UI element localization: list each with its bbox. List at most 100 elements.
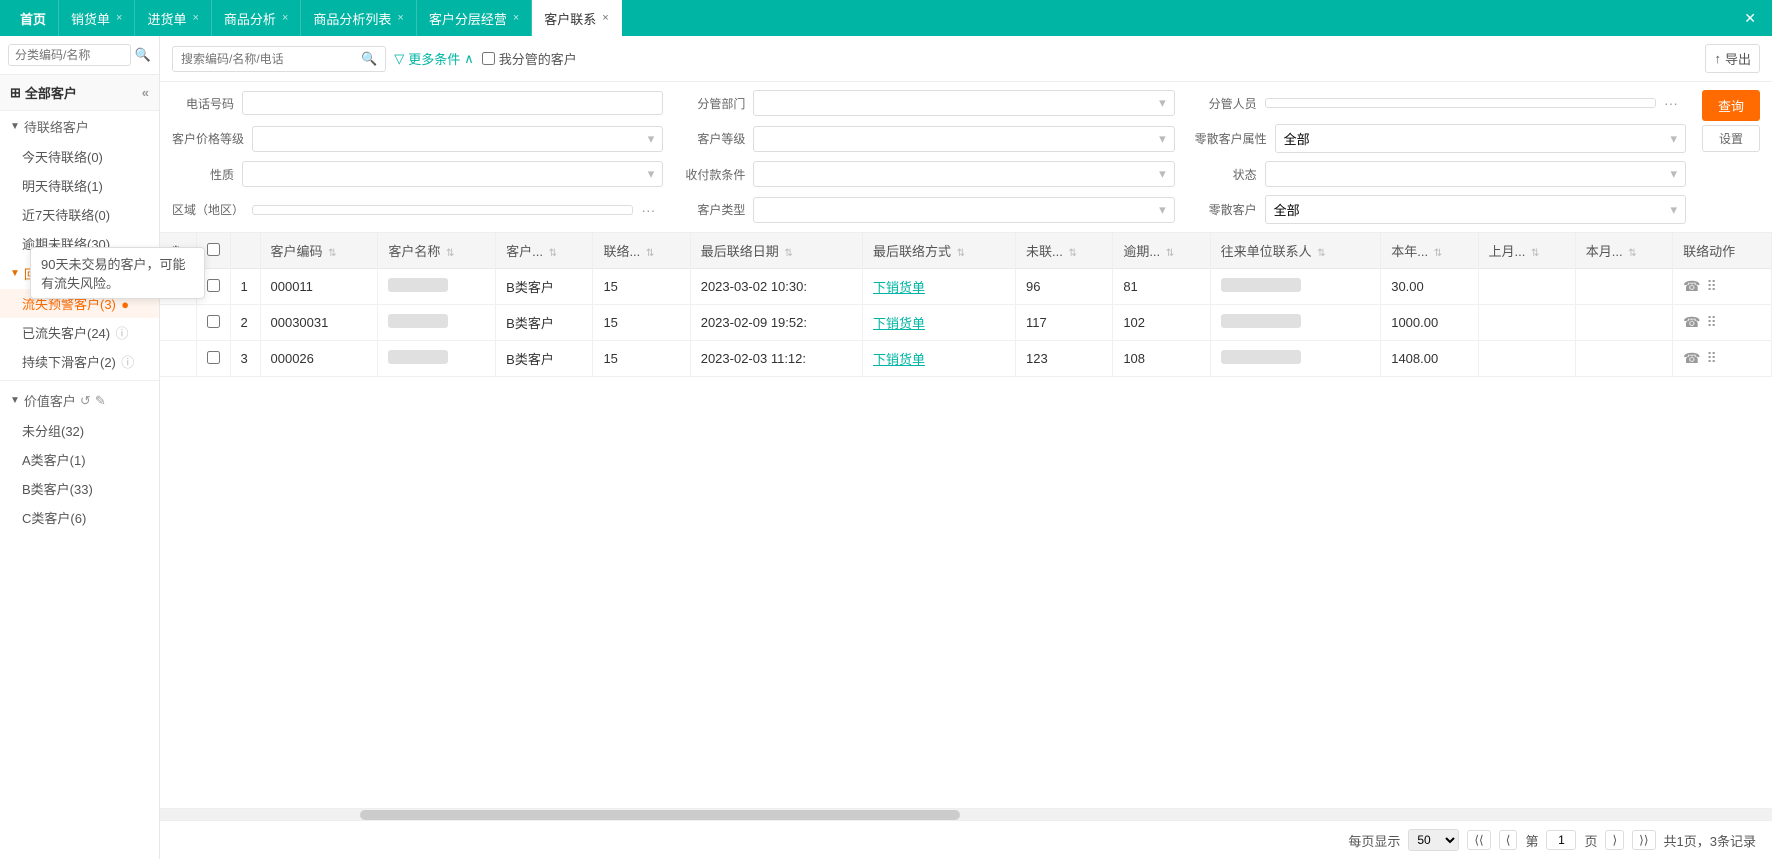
my-customers-checkbox[interactable]: 我分管的客户: [482, 49, 577, 68]
sidebar-search-icon[interactable]: 🔍: [135, 47, 151, 63]
col-level[interactable]: 客户... ⇅: [496, 233, 593, 269]
close-tab-1[interactable]: ×: [192, 12, 198, 24]
nav-tab-3[interactable]: 商品分析列表 ×: [301, 0, 416, 36]
arrow-review: ▼: [10, 268, 20, 279]
sidebar-item-declining[interactable]: 持续下滑客户(2) ⓘ: [0, 347, 159, 376]
col-code[interactable]: 客户编码 ⇅: [260, 233, 378, 269]
sidebar-item-tomorrow[interactable]: 明天待联络(1): [0, 171, 159, 200]
row1-more-action[interactable]: ⠿: [1707, 278, 1717, 295]
nav-tab-5[interactable]: 客户联系 ×: [532, 0, 621, 36]
status-select[interactable]: ▾: [1265, 161, 1686, 187]
person-select[interactable]: [1265, 98, 1656, 108]
table-row: 3 000026 B类客户 15 2023-02-03 11:12: 下销货单 …: [160, 341, 1772, 377]
price-level-select[interactable]: ▾: [252, 126, 663, 152]
close-all-tabs[interactable]: ✕: [1736, 10, 1764, 27]
area-dots[interactable]: ···: [633, 202, 663, 218]
row2-check[interactable]: [207, 315, 220, 328]
per-page-select[interactable]: 50 100: [1408, 829, 1459, 851]
close-tab-5[interactable]: ×: [602, 12, 608, 24]
select-all-checkbox[interactable]: [207, 243, 220, 256]
row2-method-link[interactable]: 下销货单: [873, 316, 925, 331]
row2-checkbox[interactable]: [196, 305, 230, 341]
row1-check[interactable]: [207, 279, 220, 292]
horizontal-scrollbar[interactable]: [160, 808, 1772, 820]
tooltip-review: 90天未交易的客户，可能有流失风险。: [30, 247, 160, 299]
row2-contact-action[interactable]: ☎: [1683, 314, 1700, 331]
my-customers-check[interactable]: [482, 52, 495, 65]
row3-checkbox[interactable]: [196, 341, 230, 377]
sidebar-item-today[interactable]: 今天待联络(0): [0, 142, 159, 171]
nav-tab-2[interactable]: 商品分析 ×: [212, 0, 301, 36]
payment-select[interactable]: ▾: [753, 161, 1174, 187]
query-button[interactable]: 查询: [1702, 90, 1760, 121]
nav-home[interactable]: 首页: [8, 0, 59, 36]
retail-attr-select[interactable]: 全部 ▾: [1275, 124, 1686, 153]
row3-more-action[interactable]: ⠿: [1707, 350, 1717, 367]
col-contact[interactable]: 联络... ⇅: [593, 233, 690, 269]
row3-contact-action[interactable]: ☎: [1683, 350, 1700, 367]
retail-select[interactable]: 全部 ▾: [1265, 195, 1686, 224]
section-pending-contact[interactable]: ▼ 待联络客户: [0, 111, 159, 142]
prev-page-btn[interactable]: ⟨: [1499, 830, 1518, 850]
settings-button[interactable]: 设置: [1702, 125, 1760, 152]
dept-select[interactable]: ▾: [753, 90, 1174, 116]
nature-label: 性质: [172, 166, 242, 183]
row3-check[interactable]: [207, 351, 220, 364]
first-page-btn[interactable]: ⟨⟨: [1467, 830, 1490, 850]
sidebar-item-a-class[interactable]: A类客户(1): [0, 445, 159, 474]
col-unit-contact[interactable]: 往来单位联系人 ⇅: [1210, 233, 1381, 269]
page-label: 第: [1525, 831, 1538, 850]
row2-name: [378, 305, 496, 341]
person-dots[interactable]: ···: [1656, 95, 1686, 111]
last-page-btn[interactable]: ⟩⟩: [1632, 830, 1655, 850]
sidebar-item-ungrouped[interactable]: 未分组(32): [0, 416, 159, 445]
col-last-month[interactable]: 上月... ⇅: [1478, 233, 1575, 269]
col-last-date[interactable]: 最后联络日期 ⇅: [690, 233, 862, 269]
col-uncontacted[interactable]: 未联... ⇅: [1016, 233, 1113, 269]
section-value[interactable]: ▼ 价值客户 ↺ ✎: [0, 385, 159, 416]
row1-contact-action[interactable]: ☎: [1683, 278, 1700, 295]
all-customers-header[interactable]: ⊞ 全部客户 «: [0, 75, 159, 111]
nav-tab-1[interactable]: 进货单 ×: [135, 0, 211, 36]
edit-icon[interactable]: ✎: [95, 393, 106, 409]
export-button[interactable]: ↑ 导出: [1705, 44, 1760, 73]
row1-contact: 15: [593, 269, 690, 305]
sidebar-item-c-class[interactable]: C类客户(6): [0, 503, 159, 532]
page-input[interactable]: [1546, 830, 1576, 850]
row1-name: [378, 269, 496, 305]
next-page-btn[interactable]: ⟩: [1605, 830, 1624, 850]
sidebar-item-7days[interactable]: 近7天待联络(0): [0, 200, 159, 229]
row3-method-link[interactable]: 下销货单: [873, 352, 925, 367]
row1-method-link[interactable]: 下销货单: [873, 280, 925, 295]
search-button[interactable]: 🔍: [353, 47, 385, 71]
customer-level-select[interactable]: ▾: [753, 126, 1174, 152]
phone-input[interactable]: [242, 91, 663, 115]
close-tab-2[interactable]: ×: [282, 12, 288, 24]
nature-select[interactable]: ▾: [242, 161, 663, 187]
row3-method[interactable]: 下销货单: [863, 341, 1016, 377]
col-overdue[interactable]: 逾期... ⇅: [1113, 233, 1210, 269]
close-tab-3[interactable]: ×: [397, 12, 403, 24]
row2-more-action[interactable]: ⠿: [1707, 314, 1717, 331]
collapse-icon[interactable]: «: [142, 85, 149, 100]
search-input[interactable]: [173, 48, 353, 70]
sidebar-item-b-class[interactable]: B类客户(33): [0, 474, 159, 503]
sidebar-item-churned[interactable]: 已流失客户(24) ⓘ: [0, 318, 159, 347]
refresh-icon[interactable]: ↺: [80, 393, 91, 409]
sidebar-search-input[interactable]: [8, 44, 131, 66]
close-tab-4[interactable]: ×: [513, 12, 519, 24]
more-conditions-btn[interactable]: ▽ 更多条件 ∧: [394, 49, 474, 68]
sidebar-search-area: 🔍: [0, 36, 159, 75]
col-last-method[interactable]: 最后联络方式 ⇅: [863, 233, 1016, 269]
customer-type-select[interactable]: ▾: [753, 197, 1174, 223]
col-this-month[interactable]: 本月... ⇅: [1575, 233, 1672, 269]
horizontal-scroll-thumb[interactable]: [360, 810, 960, 820]
nav-tab-0[interactable]: 销货单 ×: [59, 0, 135, 36]
row1-method[interactable]: 下销货单: [863, 269, 1016, 305]
area-select[interactable]: [252, 205, 633, 215]
close-tab-0[interactable]: ×: [116, 12, 122, 24]
col-name[interactable]: 客户名称 ⇅: [378, 233, 496, 269]
row2-method[interactable]: 下销货单: [863, 305, 1016, 341]
col-this-year[interactable]: 本年... ⇅: [1381, 233, 1478, 269]
nav-tab-4[interactable]: 客户分层经营 ×: [417, 0, 532, 36]
